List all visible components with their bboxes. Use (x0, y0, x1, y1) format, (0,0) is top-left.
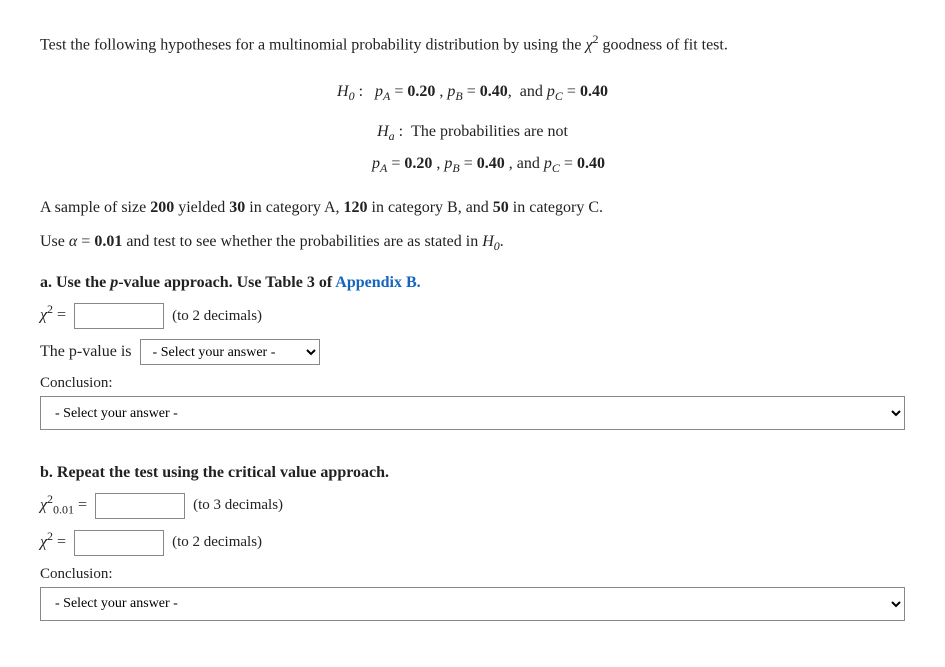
chi-squared-input-b[interactable] (74, 530, 164, 556)
intro-text: Test the following hypotheses for a mult… (40, 30, 905, 58)
p-value-label: The p-value is (40, 343, 132, 361)
hypothesis-block: H0 : pA = 0.20 , pB = 0.40, and pC = 0.4… (40, 76, 905, 181)
chi-critical-label: χ20.01 = (40, 492, 87, 518)
conclusion-dropdown-b[interactable]: - Select your answer - Reject H₀ Do not … (40, 587, 905, 621)
chi-critical-input[interactable] (95, 493, 185, 519)
chi-squared-hint-b: (to 2 decimals) (172, 534, 262, 551)
part-a-label: a. Use the p-value approach. Use Table 3… (40, 274, 905, 292)
conclusion-label-a: Conclusion: (40, 375, 905, 392)
sample-line2: Use α = 0.01 and test to see whether the… (40, 228, 905, 257)
p-value-dropdown[interactable]: - Select your answer - less than 0.005 b… (140, 339, 320, 365)
chi-squared-input-a[interactable] (74, 303, 164, 329)
chi-squared-label-b: χ2 = (40, 529, 66, 551)
sample-line1: A sample of size 200 yielded 30 in categ… (40, 194, 905, 221)
chi-critical-row: χ20.01 = (to 3 decimals) (40, 492, 905, 519)
part-b: b. Repeat the test using the critical va… (40, 464, 905, 637)
appendix-b-link[interactable]: Appendix B. (335, 274, 420, 291)
chi-squared-label-a: χ2 = (40, 302, 66, 324)
p-value-row: The p-value is - Select your answer - le… (40, 339, 905, 365)
chi-squared-row-a: χ2 = (to 2 decimals) (40, 302, 905, 329)
conclusion-label-b: Conclusion: (40, 566, 905, 583)
chi-squared-row-b: χ2 = (to 2 decimals) (40, 529, 905, 556)
part-a: a. Use the p-value approach. Use Table 3… (40, 274, 905, 446)
chi-squared-hint-a: (to 2 decimals) (172, 308, 262, 325)
chi-critical-hint: (to 3 decimals) (193, 497, 283, 514)
conclusion-dropdown-a[interactable]: - Select your answer - Reject H₀ Do not … (40, 396, 905, 430)
part-b-label: b. Repeat the test using the critical va… (40, 464, 905, 482)
